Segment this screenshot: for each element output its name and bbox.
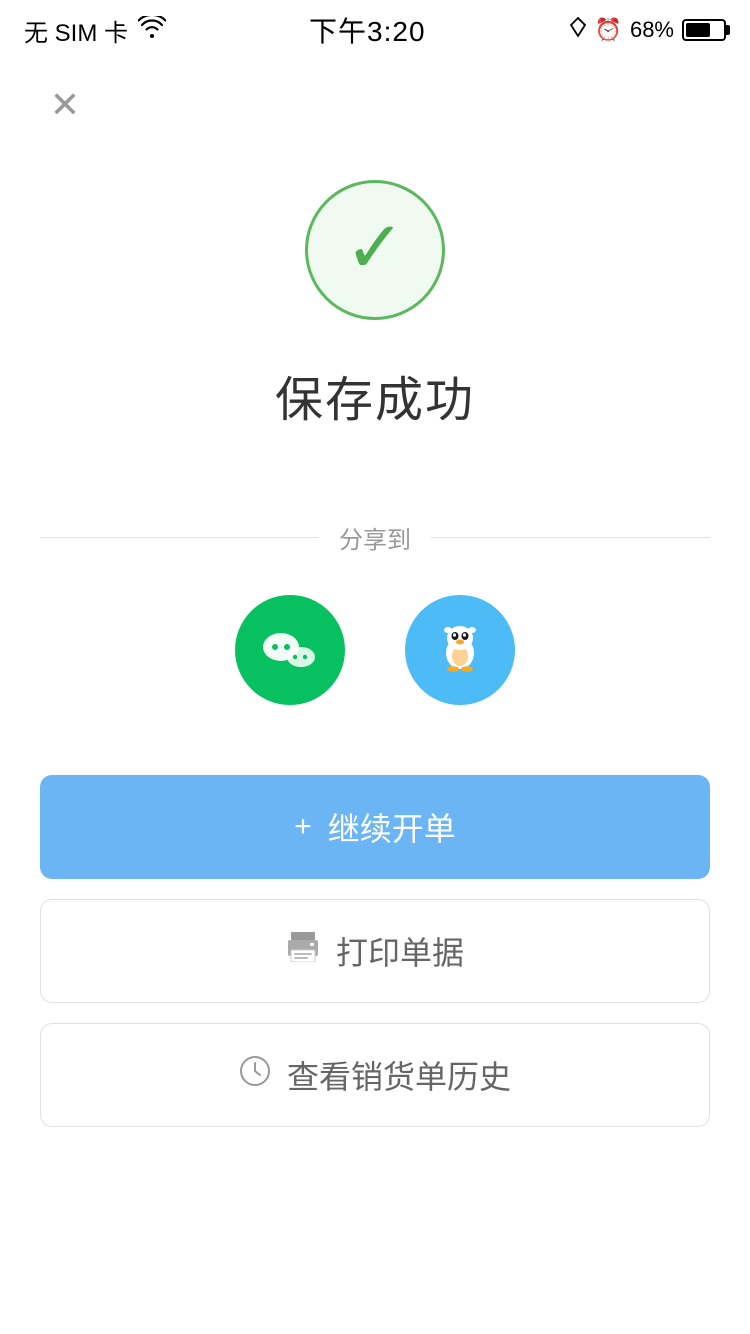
continue-label: 继续开单 [328,804,456,850]
share-label: 分享到 [319,520,431,555]
print-button[interactable]: 打印单据 [40,899,710,1003]
close-icon: ✕ [50,87,80,123]
location-icon [569,16,587,44]
status-left: 无 SIM 卡 [24,13,166,48]
wifi-icon [138,16,166,44]
battery-text: 68% [630,17,674,43]
wechat-share-button[interactable] [235,595,345,705]
share-divider: 分享到 [40,520,710,555]
alarm-icon: ⏰ [595,17,622,43]
history-icon [239,1055,271,1095]
share-section: 分享到 [40,490,710,745]
close-button[interactable]: ✕ [40,80,90,130]
divider-right [431,537,710,538]
status-time: 下午3:20 [309,10,426,50]
battery-icon [682,19,726,41]
actions-section: + 继续开单 打印单据 [40,775,710,1127]
history-button[interactable]: 查看销货单历史 [40,1023,710,1127]
success-circle: ✓ [305,180,445,320]
continue-icon: + [294,810,312,844]
share-icons [40,595,710,705]
qq-share-button[interactable] [405,595,515,705]
success-title: 保存成功 [275,360,475,430]
main-content: ✕ ✓ 保存成功 分享到 [0,60,750,1127]
divider-left [40,537,319,538]
status-bar: 无 SIM 卡 下午3:20 ⏰ 68% [0,0,750,60]
checkmark-icon: ✓ [345,212,405,284]
wechat-icon [255,615,325,685]
history-label: 查看销货单历史 [287,1052,511,1098]
no-sim-text: 无 SIM 卡 [24,13,128,48]
status-right: ⏰ 68% [569,16,726,44]
print-icon [286,932,320,970]
print-label: 打印单据 [336,928,464,974]
continue-button[interactable]: + 继续开单 [40,775,710,879]
qq-icon [430,620,490,680]
success-section: ✓ 保存成功 [40,160,710,470]
